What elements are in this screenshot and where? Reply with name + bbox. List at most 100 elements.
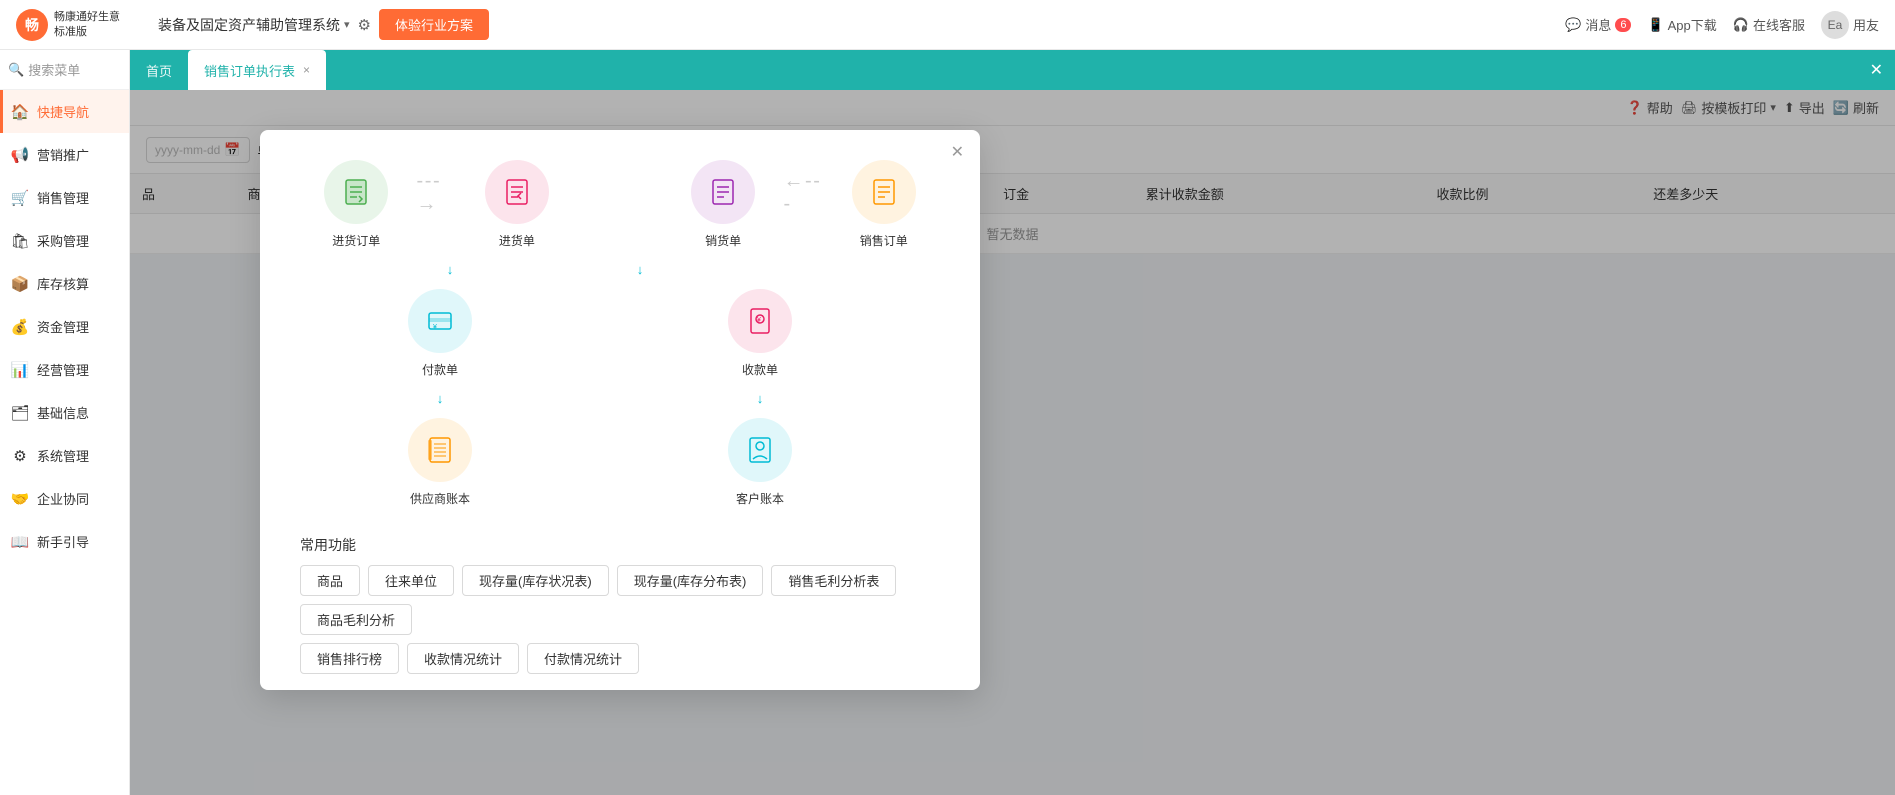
chevron-down-icon: ▾ xyxy=(344,18,350,31)
popup-close-btn[interactable]: ✕ xyxy=(951,142,964,162)
sidebar-item-purchase-mgmt[interactable]: 🛍 采购管理 xyxy=(0,219,129,262)
operation-icon: 📊 xyxy=(11,361,29,379)
logo-area: 畅 畅康通好生意 标准版 xyxy=(16,9,146,41)
download-icon: 📱 xyxy=(1647,17,1663,33)
common-btn-sales-rank[interactable]: 销售排行榜 xyxy=(300,643,399,674)
flow-node-sales-bill: 销货单 xyxy=(667,160,780,249)
system-title-text: 装备及固定资产辅助管理系统 xyxy=(158,15,340,35)
common-section: 常用功能 商品 往来单位 现存量(库存状况表) 现存量(库存分布表) 销售毛利分… xyxy=(260,535,980,690)
top-bar-right: 💬 消息 6 📱 App下载 🎧 在线客服 Ea 用友 xyxy=(1565,11,1879,39)
finance-icon: 💰 xyxy=(11,318,29,336)
overlay-backdrop: ✕ xyxy=(130,90,1895,795)
flow-row-arrows: ↓ ↓ xyxy=(300,257,940,281)
svg-text:¥: ¥ xyxy=(757,317,761,324)
flow-node-sales-order: 销售订单 xyxy=(827,160,940,249)
message-badge: 6 xyxy=(1615,18,1631,32)
sidebar-item-sales-mgmt[interactable]: 🛒 销售管理 xyxy=(0,176,129,219)
message-btn[interactable]: 💬 消息 6 xyxy=(1565,15,1631,34)
purchase-bill-label: 进货单 xyxy=(499,232,535,249)
purchase-order-icon xyxy=(324,160,388,224)
tab-bar: 首页 销售订单执行表 × ✕ xyxy=(130,50,1895,90)
purchase-icon: 🛍 xyxy=(11,232,29,250)
main-area: 🔍 搜索菜单 🏠 快捷导航 📢 营销推广 🛒 销售管理 🛍 采购管理 📦 xyxy=(0,50,1895,795)
logo-text: 畅康通好生意 标准版 xyxy=(54,10,120,39)
flow-row-2: ¥ 付款单 xyxy=(300,289,940,378)
system-title-area: 装备及固定资产辅助管理系统 ▾ ⚙ 体验行业方案 xyxy=(158,9,1553,40)
close-tab-btn[interactable]: ✕ xyxy=(1858,60,1895,80)
beginner-icon: 📖 xyxy=(11,533,29,551)
common-buttons-row-1: 商品 往来单位 现存量(库存状况表) 现存量(库存分布表) 销售毛利分析表 商品… xyxy=(300,565,940,635)
top-bar: 畅 畅康通好生意 标准版 装备及固定资产辅助管理系统 ▾ ⚙ 体验行业方案 💬 … xyxy=(0,0,1895,50)
flow-row-3: 供应商账本 xyxy=(300,418,940,507)
payment-label: 付款单 xyxy=(422,361,458,378)
system-icon: ⚙ xyxy=(11,447,29,465)
common-btn-contact[interactable]: 往来单位 xyxy=(368,565,454,596)
flow-node-payment: ¥ 付款单 xyxy=(380,289,500,378)
user-menu[interactable]: Ea 用友 xyxy=(1821,11,1879,39)
common-btn-payment-stats[interactable]: 付款情况统计 xyxy=(527,643,639,674)
sidebar-item-marketing[interactable]: 📢 营销推广 xyxy=(0,133,129,176)
payment-icon: ¥ xyxy=(408,289,472,353)
marketing-icon: 📢 xyxy=(11,146,29,164)
sidebar-item-inventory[interactable]: 📦 库存核算 xyxy=(0,262,129,305)
common-btn-receipt-stats[interactable]: 收款情况统计 xyxy=(407,643,519,674)
flow-row-1: 进货订单 - - - → xyxy=(300,160,940,249)
app-wrapper: 畅 畅康通好生意 标准版 装备及固定资产辅助管理系统 ▾ ⚙ 体验行业方案 💬 … xyxy=(0,0,1895,795)
page-content: ❓ 帮助 🖨 按模板打印 ▾ ⬆ 导出 🔄 刷新 xyxy=(130,90,1895,795)
service-icon: 🎧 xyxy=(1733,17,1749,33)
sidebar-item-enterprise[interactable]: 🤝 企业协同 xyxy=(0,477,129,520)
inventory-icon: 📦 xyxy=(11,275,29,293)
sidebar-item-operation[interactable]: 📊 经营管理 xyxy=(0,348,129,391)
flow-node-purchase-order: 进货订单 xyxy=(300,160,413,249)
purchase-bill-icon xyxy=(485,160,549,224)
sidebar-item-quick-nav[interactable]: 🏠 快捷导航 xyxy=(0,90,129,133)
sidebar: 🔍 搜索菜单 🏠 快捷导航 📢 营销推广 🛒 销售管理 🛍 采购管理 📦 xyxy=(0,50,130,795)
arrow-h-1: - - - → xyxy=(417,170,457,240)
purchase-order-label: 进货订单 xyxy=(332,232,380,249)
supplier-ledger-icon xyxy=(408,418,472,482)
sales-bill-icon xyxy=(691,160,755,224)
common-functions-title: 常用功能 xyxy=(300,535,940,555)
flow-node-purchase-bill: 进货单 xyxy=(461,160,574,249)
flow-node-supplier-ledger: 供应商账本 xyxy=(380,418,500,507)
flow-section: 进货订单 - - - → xyxy=(260,130,980,535)
common-btn-product-margin[interactable]: 商品毛利分析 xyxy=(300,604,412,635)
flow-row-arrows2: ↓ ↓ xyxy=(300,386,940,410)
sales-order-label: 销售订单 xyxy=(860,232,908,249)
common-buttons-row-2: 销售排行榜 收款情况统计 付款情况统计 xyxy=(300,643,940,674)
sidebar-item-system-mgmt[interactable]: ⚙ 系统管理 xyxy=(0,434,129,477)
arrow-h-2: ← - - - xyxy=(783,170,823,240)
logo-icon: 畅 xyxy=(16,9,48,41)
svg-text:¥: ¥ xyxy=(433,324,437,331)
content-area: 首页 销售订单执行表 × ✕ ❓ 帮助 xyxy=(130,50,1895,795)
basic-info-icon: 🗂 xyxy=(11,404,29,422)
gear-icon[interactable]: ⚙ xyxy=(358,16,371,34)
common-btn-sales-margin[interactable]: 销售毛利分析表 xyxy=(771,565,896,596)
search-icon: 🔍 xyxy=(8,62,24,78)
sidebar-search[interactable]: 🔍 搜索菜单 xyxy=(0,50,129,90)
receipt-label: 收款单 xyxy=(742,361,778,378)
common-btn-stock-status[interactable]: 现存量(库存状况表) xyxy=(462,565,609,596)
sidebar-item-finance[interactable]: 💰 资金管理 xyxy=(0,305,129,348)
customer-ledger-icon xyxy=(728,418,792,482)
sidebar-item-beginner[interactable]: 📖 新手引导 xyxy=(0,520,129,563)
online-service-btn[interactable]: 🎧 在线客服 xyxy=(1733,15,1805,34)
customer-ledger-label: 客户账本 xyxy=(736,490,784,507)
system-title-dropdown[interactable]: 装备及固定资产辅助管理系统 ▾ xyxy=(158,15,350,35)
popup-panel: ✕ xyxy=(260,130,980,690)
flow-node-customer-ledger: 客户账本 xyxy=(700,418,820,507)
tab-sales-order-exec[interactable]: 销售订单执行表 × xyxy=(188,50,326,90)
common-btn-product[interactable]: 商品 xyxy=(300,565,360,596)
sidebar-item-basic-info[interactable]: 🗂 基础信息 xyxy=(0,391,129,434)
sales-bill-label: 销货单 xyxy=(705,232,741,249)
common-btn-stock-dist[interactable]: 现存量(库存分布表) xyxy=(617,565,764,596)
experience-btn[interactable]: 体验行业方案 xyxy=(379,9,489,40)
flow-node-receipt: ¥ 收款单 xyxy=(700,289,820,378)
tab-home[interactable]: 首页 xyxy=(130,50,188,90)
avatar: Ea xyxy=(1821,11,1849,39)
tab-close-icon[interactable]: × xyxy=(303,63,310,77)
app-download-btn[interactable]: 📱 App下载 xyxy=(1647,15,1716,34)
supplier-ledger-label: 供应商账本 xyxy=(410,490,470,507)
quick-nav-icon: 🏠 xyxy=(11,103,29,121)
message-icon: 💬 xyxy=(1565,17,1581,33)
